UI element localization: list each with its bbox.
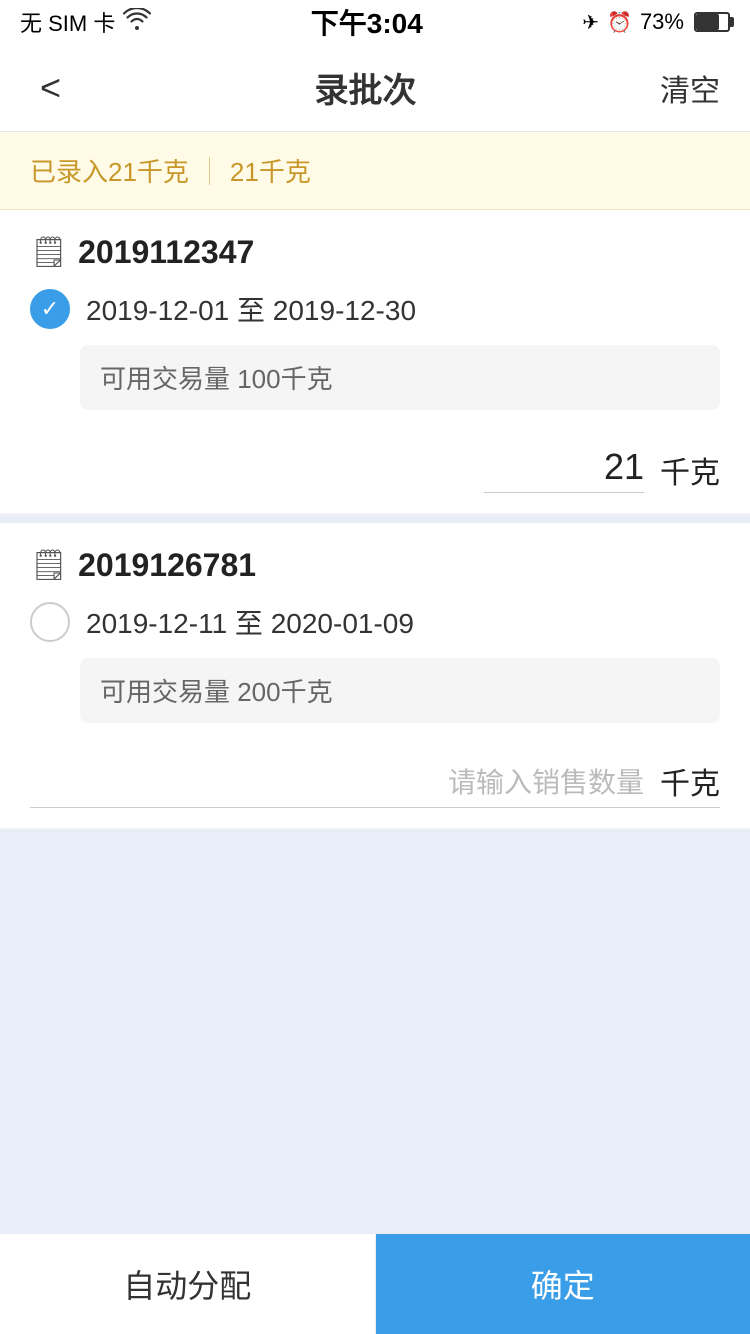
batch-1-header: 🗒 2019112347 [0, 210, 750, 281]
batch-2-id: 2019126781 [78, 547, 256, 584]
page-title: 录批次 [315, 63, 417, 112]
location-icon: ✈ [582, 10, 599, 35]
battery-label: 73% [640, 9, 684, 35]
wifi-icon [123, 8, 151, 37]
alarm-icon: ⏰ [607, 10, 632, 35]
batch-1-icon: 🗒 [30, 235, 68, 270]
batch-2-qty-row[interactable]: 请输入销售数量 千克 [0, 739, 750, 828]
battery-icon [694, 12, 730, 32]
confirm-button[interactable]: 确定 [376, 1234, 750, 1334]
info-banner: 已录入21千克 21千克 [0, 132, 750, 210]
recorded-amount-label: 已录入21千克 [30, 152, 189, 189]
batch-item-1[interactable]: 🗒 2019112347 ✓ 2019-12-01 至 2019-12-30 可… [0, 210, 750, 513]
bottom-spacer [0, 830, 750, 1290]
batch-1-date: 2019-12-01 至 2019-12-30 [86, 289, 416, 329]
batch-2-date-row: 2019-12-11 至 2020-01-09 [0, 594, 750, 650]
batch-2-available: 可用交易量 200千克 [80, 658, 720, 723]
auto-distribute-button[interactable]: 自动分配 [0, 1234, 376, 1334]
nav-bar: < 录批次 清空 [0, 44, 750, 132]
batch-1-radio[interactable]: ✓ [30, 289, 70, 329]
batch-2-input-placeholder[interactable]: 请输入销售数量 [448, 761, 644, 801]
batch-1-unit: 千克 [660, 448, 720, 492]
recorded-amount-value: 21千克 [230, 152, 311, 189]
batch-2-unit: 千克 [660, 759, 720, 803]
batch-1-qty-row: 21 千克 [0, 426, 750, 513]
batch-2-date: 2019-12-11 至 2020-01-09 [86, 602, 414, 642]
status-left: 无 SIM 卡 [20, 6, 151, 38]
clear-button[interactable]: 清空 [660, 66, 720, 110]
bottom-bar: 自动分配 确定 [0, 1234, 750, 1334]
batch-item-2[interactable]: 🗒 2019126781 2019-12-11 至 2020-01-09 可用交… [0, 523, 750, 828]
batch-1-available: 可用交易量 100千克 [80, 345, 720, 410]
batch-2-header: 🗒 2019126781 [0, 523, 750, 594]
status-right: ✈ ⏰ 73% [582, 9, 730, 35]
batch-1-date-row: ✓ 2019-12-01 至 2019-12-30 [0, 281, 750, 337]
back-button[interactable]: < [30, 57, 71, 119]
check-icon: ✓ [41, 296, 59, 322]
separator-1 [0, 515, 750, 523]
no-sim-label: 无 SIM 卡 [20, 6, 115, 38]
banner-divider [209, 157, 210, 185]
status-bar: 无 SIM 卡 下午3:04 ✈ ⏰ 73% [0, 0, 750, 44]
batch-2-radio[interactable] [30, 602, 70, 642]
batch-1-id: 2019112347 [78, 234, 254, 271]
status-time: 下午3:04 [311, 2, 423, 42]
batch-2-icon: 🗒 [30, 548, 68, 583]
batch-1-qty-value: 21 [604, 446, 644, 488]
